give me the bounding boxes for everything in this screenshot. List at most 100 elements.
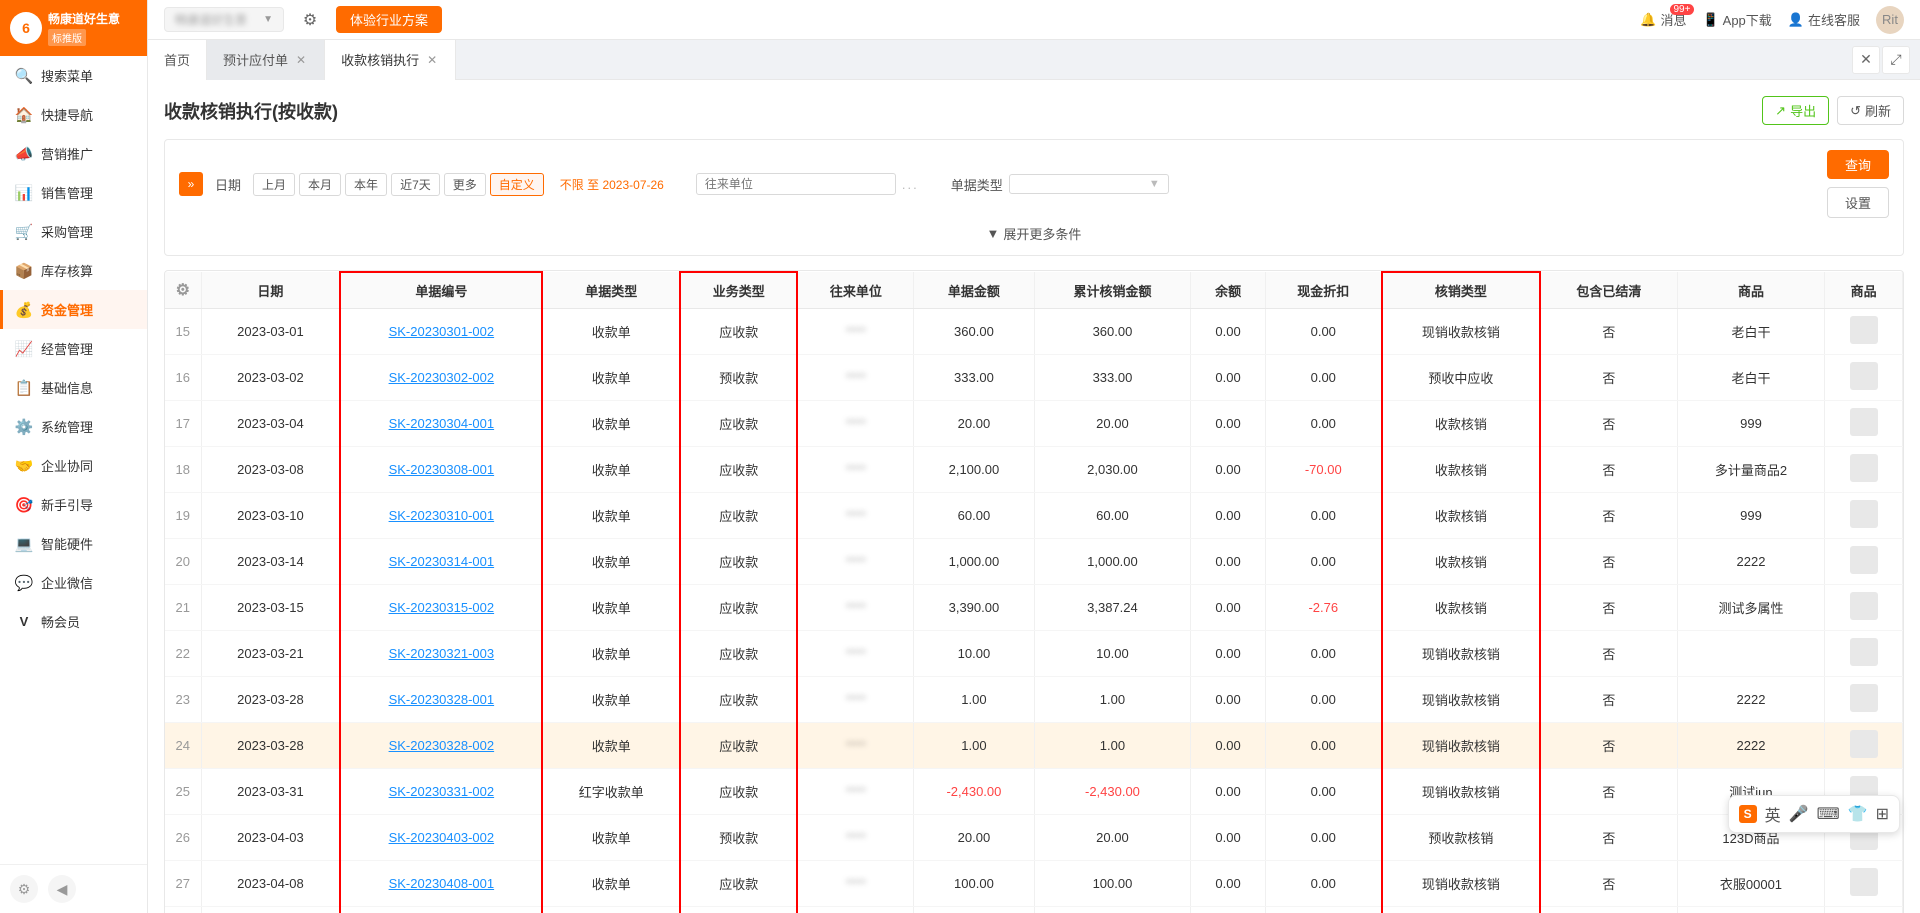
column-settings-icon[interactable]: ⚙: [176, 282, 190, 299]
col-doc-type: 单据类型: [542, 272, 680, 309]
cell-product-img: [1825, 493, 1903, 539]
doc-no-link[interactable]: SK-20230331-002: [389, 784, 495, 799]
fullscreen-btn[interactable]: ⤢: [1882, 46, 1910, 74]
table-row: 18 2023-03-08 SK-20230308-001 收款单 应收款 **…: [165, 447, 1903, 493]
refresh-btn[interactable]: ↺ 刷新: [1837, 96, 1904, 125]
cell-biz-type: 应收款: [680, 401, 797, 447]
this-year-btn[interactable]: 本年: [345, 173, 387, 196]
floating-grid-icon[interactable]: ⌨: [1817, 804, 1840, 824]
sidebar-item-guide[interactable]: 🎯 新手引导: [0, 485, 147, 524]
expand-btn[interactable]: ▼ 展开更多条件: [179, 224, 1889, 243]
cell-included: 否: [1540, 539, 1677, 585]
sidebar-item-hardware[interactable]: 💻 智能硬件: [0, 524, 147, 563]
doc-type-select[interactable]: ▼: [1009, 174, 1169, 194]
doc-no-link[interactable]: SK-20230302-002: [389, 370, 495, 385]
this-month-btn[interactable]: 本月: [299, 173, 341, 196]
online-service-btn[interactable]: 👤 在线客服: [1788, 10, 1860, 29]
tab-payable-close[interactable]: ✕: [294, 53, 308, 67]
cell-write-off-type: 收款核销: [1382, 493, 1540, 539]
cell-counterparty: ****: [797, 309, 913, 355]
cell-counterparty: ****: [797, 861, 913, 907]
doc-no-link[interactable]: SK-20230308-001: [389, 462, 495, 477]
industry-btn[interactable]: 体验行业方案: [336, 6, 442, 33]
sidebar-item-wechat[interactable]: 💬 企业微信: [0, 563, 147, 602]
doc-no-link[interactable]: SK-20230304-001: [389, 416, 495, 431]
cell-product-img: [1825, 447, 1903, 493]
sidebar-item-operations[interactable]: 📈 经营管理: [0, 329, 147, 368]
sidebar-item-corp[interactable]: 🤝 企业协同: [0, 446, 147, 485]
custom-date-btn[interactable]: 自定义: [490, 173, 544, 196]
doc-no-link[interactable]: SK-20230315-002: [389, 600, 495, 615]
system-icon: ⚙️: [15, 418, 33, 436]
floating-shirt-icon[interactable]: 👕: [1848, 804, 1868, 824]
cell-counterparty: ****: [797, 539, 913, 585]
floating-apps-icon[interactable]: ⊞: [1876, 804, 1889, 824]
sidebar-item-shortcut[interactable]: 🏠 快捷导航: [0, 95, 147, 134]
tab-receipt[interactable]: 收款核销执行 ✕: [325, 40, 456, 80]
settings-icon[interactable]: ⚙: [10, 875, 38, 903]
tab-home[interactable]: 首页: [148, 40, 207, 80]
doc-no-link[interactable]: SK-20230328-002: [389, 738, 495, 753]
cell-write-off-type: 现销收款核销: [1382, 723, 1540, 769]
avatar[interactable]: Rit: [1876, 6, 1904, 34]
row-num: 20: [165, 539, 201, 585]
purchase-icon: 🛒: [15, 223, 33, 241]
filter-toggle-btn[interactable]: »: [179, 172, 203, 196]
setting-btn[interactable]: 设置: [1827, 187, 1889, 218]
counterparty-input[interactable]: [696, 173, 896, 195]
sidebar-item-sales[interactable]: 📊 销售管理: [0, 173, 147, 212]
sidebar-item-finance[interactable]: 💰 资金管理: [0, 290, 147, 329]
gear-icon[interactable]: ⚙: [296, 6, 324, 34]
doc-no-link[interactable]: SK-20230328-001: [389, 692, 495, 707]
company-select[interactable]: 畅康道好生意 ▼: [164, 7, 284, 32]
doc-no-link[interactable]: SK-20230408-001: [389, 876, 495, 891]
collapse-icon[interactable]: ◀: [48, 875, 76, 903]
sidebar-item-marketing[interactable]: 📣 营销推广: [0, 134, 147, 173]
message-btn[interactable]: 🔔 消息 99+: [1640, 10, 1686, 29]
doc-no-link[interactable]: SK-20230301-002: [389, 324, 495, 339]
tab-payable[interactable]: 预计应付单 ✕: [207, 40, 325, 80]
sidebar-item-system[interactable]: ⚙️ 系统管理: [0, 407, 147, 446]
search-icon: 🔍: [15, 67, 33, 85]
doc-no-link[interactable]: SK-20230314-001: [389, 554, 495, 569]
sidebar-item-purchase[interactable]: 🛒 采购管理: [0, 212, 147, 251]
doc-no-link[interactable]: SK-20230310-001: [389, 508, 495, 523]
cell-doc-type: 收款单: [542, 493, 680, 539]
cell-balance: 0.00: [1191, 769, 1265, 815]
tab-receipt-close[interactable]: ✕: [425, 53, 439, 67]
cell-balance: 0.00: [1191, 677, 1265, 723]
cell-date: 2023-03-28: [201, 723, 340, 769]
cell-accumulated: 100.00: [1034, 861, 1191, 907]
sidebar-item-inventory[interactable]: 📦 库存核算: [0, 251, 147, 290]
floating-mic-icon[interactable]: 🎤: [1789, 804, 1809, 824]
more-btn[interactable]: 更多: [444, 173, 486, 196]
doc-no-link[interactable]: SK-20230403-002: [389, 830, 495, 845]
last-month-btn[interactable]: 上月: [253, 173, 295, 196]
sidebar-item-search[interactable]: 🔍 搜索菜单: [0, 56, 147, 95]
hardware-icon: 💻: [15, 535, 33, 553]
cell-doc-no: SK-20230302-002: [340, 355, 542, 401]
row-num: 27: [165, 861, 201, 907]
cell-write-off-type: 收款核销: [1382, 585, 1540, 631]
cell-counterparty: ****: [797, 447, 913, 493]
doc-no-link[interactable]: SK-20230321-003: [389, 646, 495, 661]
cell-product: 999: [1677, 401, 1825, 447]
tabbar: 首页 预计应付单 ✕ 收款核销执行 ✕ ✕ ⤢: [148, 40, 1920, 80]
cell-discount: 0.00: [1265, 907, 1381, 913]
cell-doc-no: SK-20230418-001: [340, 907, 542, 913]
cell-date: 2023-03-04: [201, 401, 340, 447]
cell-counterparty: ****: [797, 493, 913, 539]
cell-product-img: [1825, 861, 1903, 907]
cell-accumulated: 360.00: [1034, 309, 1191, 355]
cell-amount: 100.00: [914, 907, 1034, 913]
close-tab-btn[interactable]: ✕: [1852, 46, 1880, 74]
service-icon: 👤: [1788, 12, 1804, 28]
app-download-btn[interactable]: 📱 App下载: [1702, 10, 1771, 29]
sidebar-item-basics[interactable]: 📋 基础信息: [0, 368, 147, 407]
cell-accumulated: 333.00: [1034, 355, 1191, 401]
query-btn[interactable]: 查询: [1827, 150, 1889, 179]
last-7days-btn[interactable]: 近7天: [391, 173, 440, 196]
export-btn[interactable]: ↗ 导出: [1762, 96, 1829, 125]
sidebar-item-member[interactable]: V 畅会员: [0, 602, 147, 641]
page-header: 收款核销执行(按收款) ↗ 导出 ↺ 刷新: [164, 96, 1904, 125]
